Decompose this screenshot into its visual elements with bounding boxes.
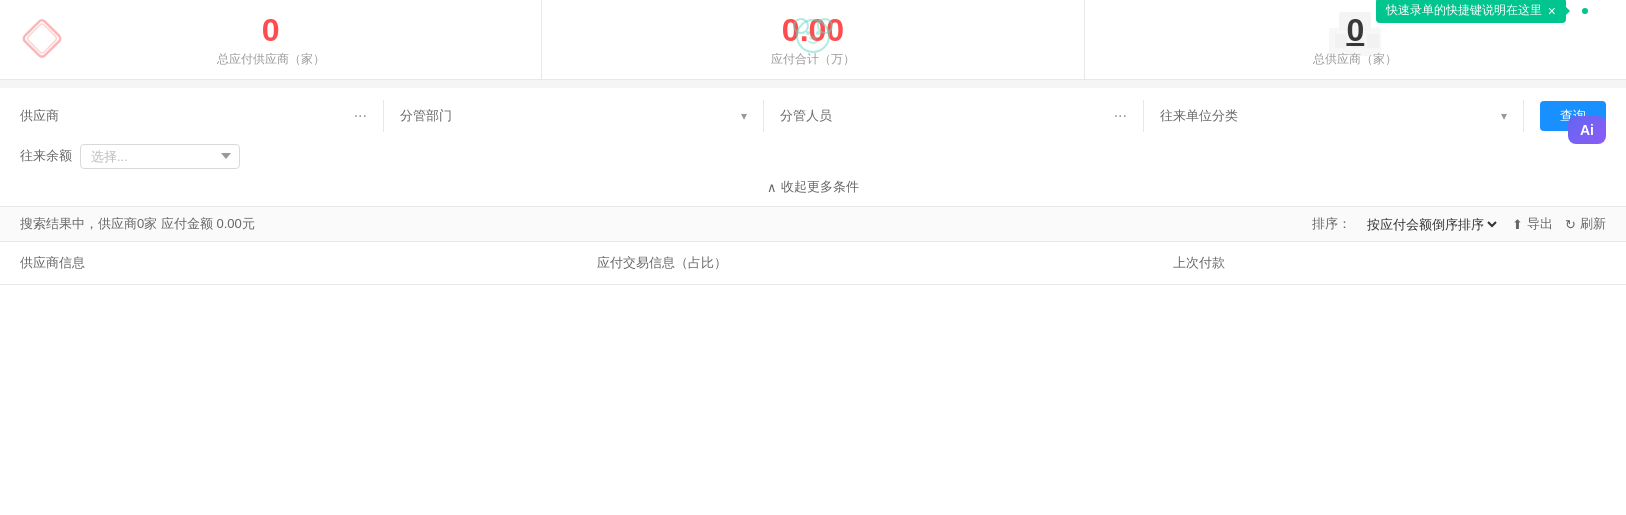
category-label: 往来单位分类 <box>1160 107 1238 125</box>
stat-payable-total: 0.00 应付合计（万） <box>542 0 1084 79</box>
svg-rect-12 <box>1339 12 1371 30</box>
results-actions: 排序： 按应付会额倒序排序 ⬆ 导出 ↻ 刷新 <box>1312 215 1606 233</box>
manager-label: 分管人员 <box>780 107 832 125</box>
svg-rect-9 <box>1335 34 1347 48</box>
refresh-icon: ↻ <box>1565 217 1576 232</box>
refresh-label: 刷新 <box>1580 215 1606 233</box>
collapse-text: 收起更多条件 <box>781 178 859 196</box>
tooltip-bar: 快速录单的快捷键说明在这里 × <box>1376 0 1566 23</box>
collapse-chevron-up-icon: ∧ <box>767 180 777 195</box>
department-label: 分管部门 <box>400 107 452 125</box>
tooltip-close-btn[interactable]: × <box>1548 4 1556 18</box>
tooltip-dot <box>1580 6 1590 16</box>
filter-row-1: 供应商 ··· 分管部门 ▾ 分管人员 ··· 往来单位分类 ▾ 查询 <box>20 100 1606 132</box>
svg-rect-11 <box>1367 34 1379 48</box>
filter-department: 分管部门 ▾ <box>384 100 764 132</box>
filter-row-2: 往来余额 选择... <box>20 140 1606 172</box>
filter-category: 往来单位分类 ▾ <box>1144 100 1524 132</box>
stat-total-suppliers: 快速录单的快捷键说明在这里 × 0 总供应商（家） <box>1085 0 1626 79</box>
export-label: 导出 <box>1527 215 1553 233</box>
svg-point-5 <box>806 31 810 35</box>
filter-bar: 供应商 ··· 分管部门 ▾ 分管人员 ··· 往来单位分类 ▾ 查询 往来 <box>0 88 1626 207</box>
filter-balance: 往来余额 选择... <box>20 140 240 172</box>
supplier-dots-btn[interactable]: ··· <box>354 107 367 125</box>
sort-label: 排序： <box>1312 215 1351 233</box>
filter-manager: 分管人员 ··· <box>764 100 1144 132</box>
svg-point-6 <box>816 31 820 35</box>
category-input[interactable] <box>1246 109 1501 124</box>
table-header: 供应商信息 应付交易信息（占比） 上次付款 <box>0 242 1626 285</box>
stat-payable-label: 总应付供应商（家） <box>217 51 325 68</box>
export-button[interactable]: ⬆ 导出 <box>1512 215 1553 233</box>
supplier-label: 供应商 <box>20 107 59 125</box>
ai-button[interactable]: Ai <box>1568 116 1606 144</box>
results-bar: 搜索结果中，供应商0家 应付金额 0.00元 排序： 按应付会额倒序排序 ⬆ 导… <box>0 207 1626 242</box>
svg-point-7 <box>809 36 817 40</box>
manager-dots-btn[interactable]: ··· <box>1114 107 1127 125</box>
collapse-btn[interactable]: ∧ 收起更多条件 <box>767 178 859 196</box>
bear-icon <box>787 8 839 63</box>
svg-rect-1 <box>26 22 57 53</box>
stat-total-payable-suppliers: 0 总应付供应商（家） <box>0 0 542 79</box>
svg-rect-10 <box>1351 34 1363 48</box>
balance-label: 往来余额 <box>20 147 72 165</box>
stat-payable-number: 0 <box>262 11 280 49</box>
category-chevron[interactable]: ▾ <box>1501 109 1507 123</box>
results-info: 搜索结果中，供应商0家 应付金额 0.00元 <box>20 215 255 233</box>
balance-select[interactable]: 选择... <box>80 144 240 169</box>
stats-bar: 0 总应付供应商（家） 0.00 应付合计（万） 快速录单的快捷键说明在这里 × <box>0 0 1626 80</box>
supplier-input[interactable] <box>67 109 354 124</box>
manager-input[interactable] <box>840 109 1114 124</box>
export-icon: ⬆ <box>1512 217 1523 232</box>
filter-supplier: 供应商 ··· <box>20 100 384 132</box>
col-transaction-info: 应付交易信息（占比） <box>597 254 1174 272</box>
refresh-button[interactable]: ↻ 刷新 <box>1565 215 1606 233</box>
tooltip-text: 快速录单的快捷键说明在这里 <box>1386 2 1542 19</box>
department-input[interactable] <box>460 109 741 124</box>
department-chevron[interactable]: ▾ <box>741 109 747 123</box>
table-body <box>0 285 1626 515</box>
col-supplier-info: 供应商信息 <box>20 254 597 272</box>
sort-select[interactable]: 按应付会额倒序排序 <box>1363 216 1500 233</box>
supplier-icon <box>1325 8 1385 63</box>
diamond-icon <box>20 16 64 63</box>
col-last-payment: 上次付款 <box>1173 254 1606 272</box>
collapse-row: ∧ 收起更多条件 <box>20 172 1606 198</box>
